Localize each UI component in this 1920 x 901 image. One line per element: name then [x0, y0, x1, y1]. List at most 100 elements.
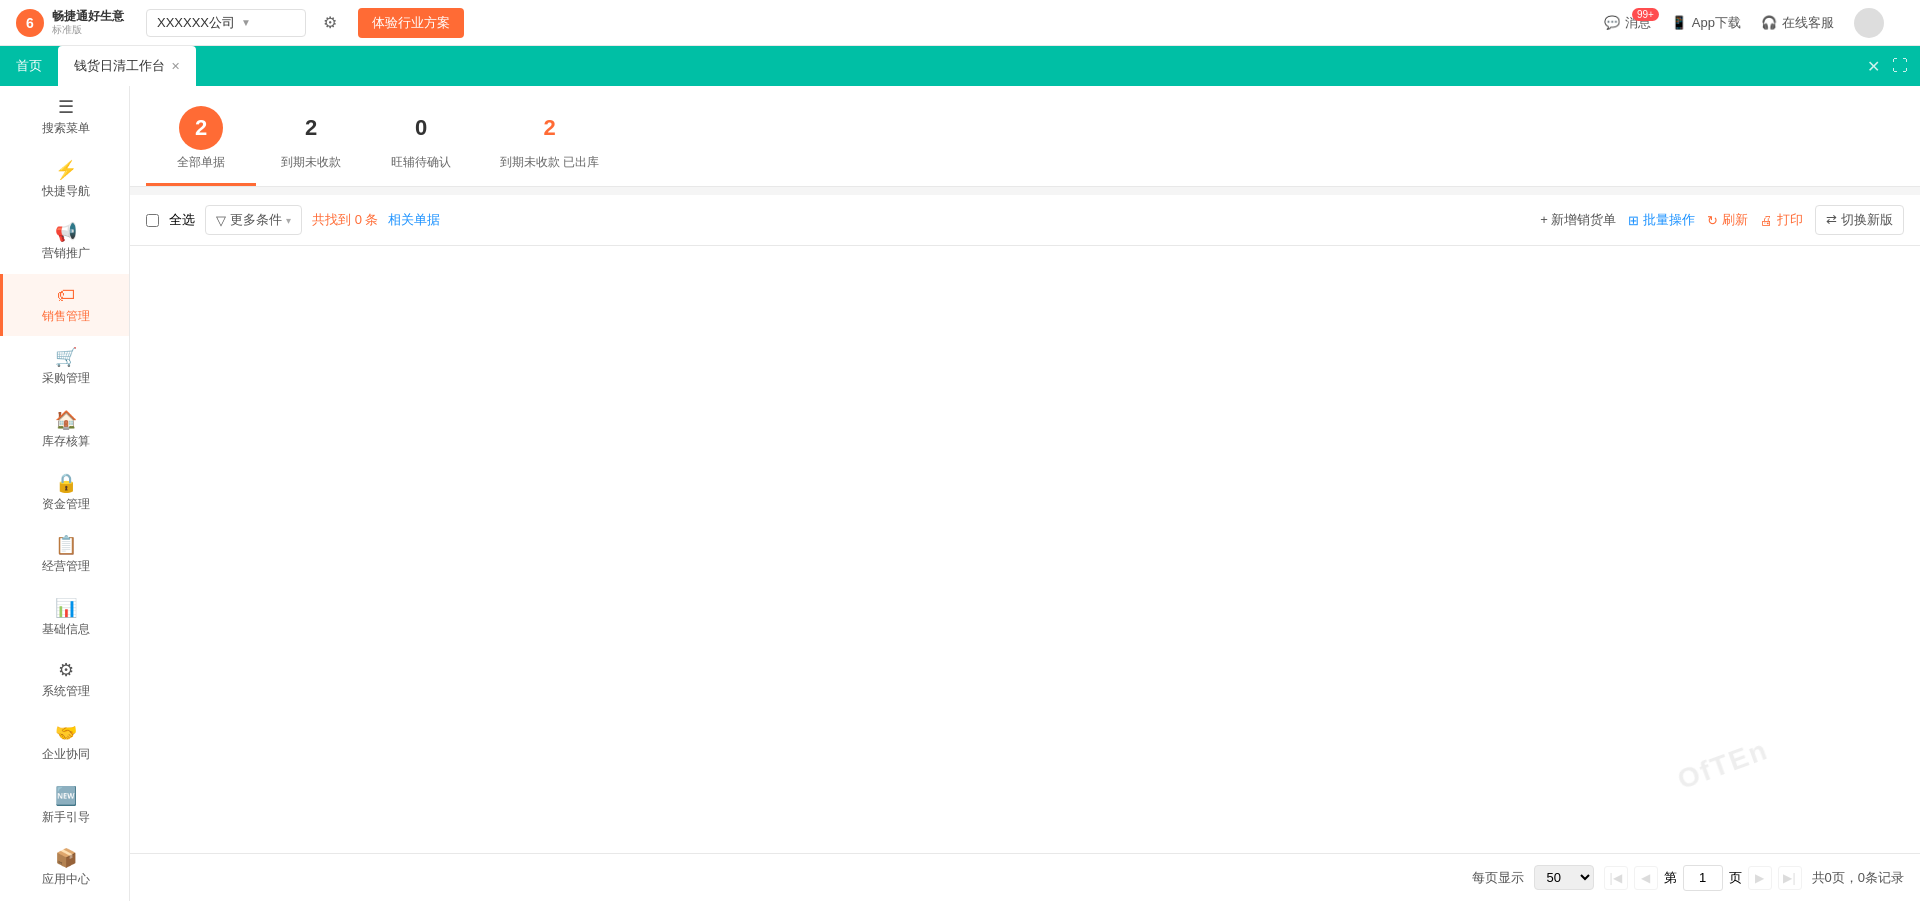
prev-page-button[interactable]: ◀: [1634, 866, 1658, 890]
sidebar-label-inventory: 库存核算: [42, 434, 90, 450]
refresh-button[interactable]: ↻ 刷新: [1707, 211, 1748, 229]
stat-num-all: 2: [179, 106, 223, 150]
online-service-button[interactable]: 🎧 在线客服: [1761, 14, 1834, 32]
header-right: 💬 消息 99+ 📱 App下载 🎧 在线客服: [1604, 8, 1904, 38]
guide-icon: 🆕: [55, 787, 77, 805]
sidebar-label-guide: 新手引导: [42, 810, 90, 826]
app-name: 畅捷通好生意: [52, 9, 124, 23]
basic-info-icon: 📊: [55, 599, 77, 617]
select-all-checkbox[interactable]: [146, 214, 159, 227]
trial-plan-button[interactable]: 体验行业方案: [358, 8, 464, 38]
finance-icon: 🔒: [55, 474, 77, 492]
sidebar: ☰ 搜索菜单 ⚡ 快捷导航 📢 营销推广 🏷 销售管理 🛒 采购管理 🏠 库存核…: [0, 86, 130, 901]
page-suffix: 页: [1729, 869, 1742, 887]
message-icon: 💬: [1604, 15, 1620, 30]
company-selector[interactable]: XXXXXX公司 ▼: [146, 9, 306, 37]
tab-work[interactable]: 钱货日清工作台 ✕: [58, 46, 196, 86]
main-layout: ☰ 搜索菜单 ⚡ 快捷导航 📢 营销推广 🏷 销售管理 🛒 采购管理 🏠 库存核…: [0, 86, 1920, 901]
app-download-button[interactable]: 📱 App下载: [1671, 14, 1741, 32]
sidebar-label-quicknav: 快捷导航: [42, 184, 90, 200]
stat-tab-overdue[interactable]: 2 到期未收款: [256, 98, 366, 186]
tab-home[interactable]: 首页: [0, 46, 58, 86]
filter-dropdown-icon: ▾: [286, 215, 291, 226]
message-button[interactable]: 💬 消息 99+: [1604, 14, 1651, 32]
sidebar-item-search[interactable]: ☰ 搜索菜单: [0, 86, 129, 149]
print-icon: 🖨: [1760, 213, 1773, 228]
next-page-button[interactable]: ▶: [1748, 866, 1772, 890]
refresh-icon: ↻: [1707, 213, 1718, 228]
toolbar-left: 全选 ▽ 更多条件 ▾ 共找到 0 条 相关单据: [146, 205, 440, 235]
sidebar-item-quicknav[interactable]: ⚡ 快捷导航: [0, 149, 129, 212]
page-size-label: 每页显示: [1472, 869, 1524, 887]
sidebar-item-inventory[interactable]: 🏠 库存核算: [0, 399, 129, 462]
stat-label-overdue: 到期未收款: [281, 154, 341, 171]
sidebar-item-basic[interactable]: 📊 基础信息: [0, 587, 129, 650]
sidebar-label-marketing: 营销推广: [42, 246, 90, 262]
batch-operation-button[interactable]: ⊞ 批量操作: [1628, 211, 1695, 229]
sidebar-item-finance[interactable]: 🔒 资金管理: [0, 462, 129, 525]
settings-button[interactable]: ⚙: [314, 7, 346, 39]
headset-icon: 🎧: [1761, 15, 1777, 30]
sidebar-item-apps[interactable]: 📦 应用中心: [0, 837, 129, 900]
sidebar-item-cooperation[interactable]: 🤝 企业协同: [0, 712, 129, 775]
select-all-label: 全选: [169, 211, 195, 229]
page-navigation: |◀ ◀ 第 页 ▶ ▶|: [1604, 865, 1802, 891]
page-size-select[interactable]: 50 100 200: [1534, 865, 1594, 890]
app-download-icon: 📱: [1671, 15, 1687, 30]
app-edition: 标准版: [52, 24, 124, 36]
page-number-input[interactable]: [1683, 865, 1723, 891]
message-badge: 99+: [1632, 8, 1659, 21]
related-orders-link[interactable]: 相关单据: [388, 211, 440, 229]
sales-icon: 🏷: [57, 286, 75, 304]
filter-label: 更多条件: [230, 211, 282, 229]
stat-label-pending: 旺辅待确认: [391, 154, 451, 171]
switch-new-version-button[interactable]: ⇄ 切换新版: [1815, 205, 1904, 235]
tab-minimize-button[interactable]: ✕: [1867, 57, 1880, 76]
switch-icon: ⇄: [1826, 212, 1837, 227]
sidebar-item-operations[interactable]: 📋 经营管理: [0, 524, 129, 587]
toolbar: 全选 ▽ 更多条件 ▾ 共找到 0 条 相关单据 + 新增销货单 ⊞ 批量操作: [130, 195, 1920, 246]
operations-icon: 📋: [55, 536, 77, 554]
sidebar-item-system[interactable]: ⚙ 系统管理: [0, 649, 129, 712]
user-avatar[interactable]: [1854, 8, 1884, 38]
stat-num-pending: 0: [399, 106, 443, 150]
print-button[interactable]: 🖨 打印: [1760, 211, 1803, 229]
sidebar-label-sales: 销售管理: [42, 309, 90, 325]
found-count-number: 0: [355, 212, 362, 227]
sidebar-label-finance: 资金管理: [42, 497, 90, 513]
sidebar-label-operations: 经营管理: [42, 559, 90, 575]
more-filter-button[interactable]: ▽ 更多条件 ▾: [205, 205, 302, 235]
sidebar-item-guide[interactable]: 🆕 新手引导: [0, 775, 129, 838]
stat-tab-overdue-out[interactable]: 2 到期未收款 已出库: [476, 98, 623, 186]
last-page-button[interactable]: ▶|: [1778, 866, 1802, 890]
tab-bar: 首页 钱货日清工作台 ✕ ✕ ⛶: [0, 46, 1920, 86]
stat-tab-pending[interactable]: 0 旺辅待确认: [366, 98, 476, 186]
filter-icon: ▽: [216, 213, 226, 228]
stats-bar: 2 全部单据 2 到期未收款 0 旺辅待确认 2 到期未收款 已出库: [130, 86, 1920, 187]
tab-maximize-button[interactable]: ⛶: [1892, 57, 1908, 75]
cooperation-icon: 🤝: [55, 724, 77, 742]
stat-num-overdue-out: 2: [528, 106, 572, 150]
batch-icon: ⊞: [1628, 213, 1639, 228]
quicknav-icon: ⚡: [55, 161, 77, 179]
search-menu-icon: ☰: [58, 98, 74, 116]
tab-bar-actions: ✕ ⛶: [1867, 57, 1920, 76]
sidebar-item-sales[interactable]: 🏷 销售管理: [0, 274, 129, 337]
company-dropdown-arrow: ▼: [241, 17, 251, 28]
sidebar-label-apps: 应用中心: [42, 872, 90, 888]
sidebar-label-system: 系统管理: [42, 684, 90, 700]
sidebar-item-marketing[interactable]: 📢 营销推广: [0, 211, 129, 274]
sidebar-label-basic: 基础信息: [42, 622, 90, 638]
apps-icon: 📦: [55, 849, 77, 867]
sidebar-item-purchase[interactable]: 🛒 采购管理: [0, 336, 129, 399]
tab-close-button[interactable]: ✕: [171, 60, 180, 73]
stat-num-overdue: 2: [289, 106, 333, 150]
stat-label-overdue-out: 到期未收款 已出库: [500, 154, 599, 171]
purchase-icon: 🛒: [55, 348, 77, 366]
system-icon: ⚙: [58, 661, 74, 679]
first-page-button[interactable]: |◀: [1604, 866, 1628, 890]
sidebar-label-search: 搜索菜单: [42, 121, 90, 137]
stat-tab-all[interactable]: 2 全部单据: [146, 98, 256, 186]
sidebar-label-cooperation: 企业协同: [42, 747, 90, 763]
add-sales-order-button[interactable]: + 新增销货单: [1540, 211, 1616, 229]
